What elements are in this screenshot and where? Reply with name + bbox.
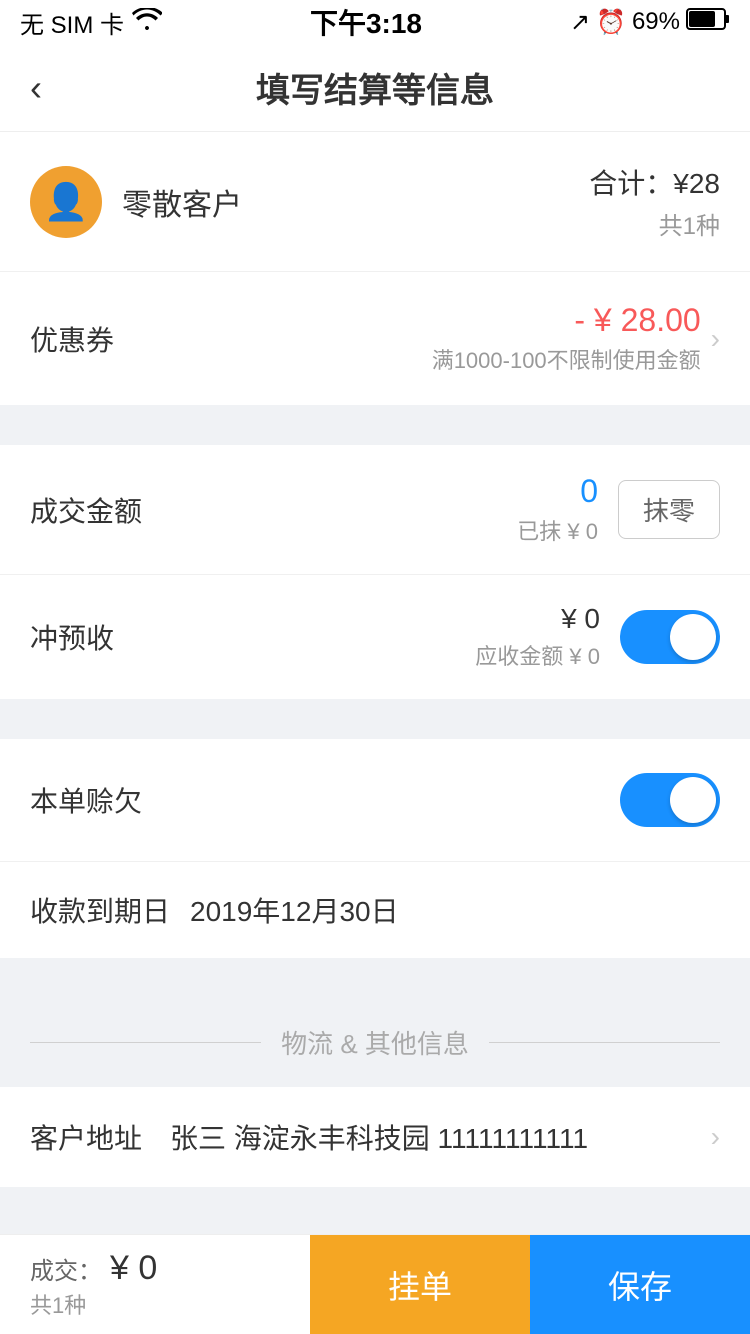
save-button[interactable]: 保存 <box>530 1235 750 1334</box>
nav-bar: ‹ 填写结算等信息 <box>0 44 750 132</box>
hang-order-button[interactable]: 挂单 <box>310 1235 530 1334</box>
deal-section: 成交金额 0 已抹 ¥ 0 抹零 冲预收 ¥ 0 应收金额 ¥ 0 <box>0 445 750 699</box>
pre-right: ¥ 0 应收金额 ¥ 0 <box>475 603 720 671</box>
logistics-line-left <box>30 1042 261 1043</box>
divider-1 <box>0 425 750 445</box>
divider-3 <box>0 978 750 998</box>
location-icon: ↗ <box>570 8 590 37</box>
coupon-row[interactable]: 优惠券 - ¥ 28.00 满1000-100不限制使用金额 › <box>0 271 750 405</box>
address-label: 客户地址 <box>30 1117 150 1157</box>
debt-label: 本单赊欠 <box>30 780 142 820</box>
battery-label: 69% <box>632 8 680 36</box>
pre-receipt-toggle[interactable] <box>620 610 720 664</box>
pre-amount-value: ¥ 0 <box>475 603 600 635</box>
alarm-icon: ⏰ <box>596 8 626 37</box>
status-left: 无 SIM 卡 <box>20 5 162 40</box>
customer-right: 合计：¥28 共1种 <box>589 162 720 241</box>
deal-sub-text: 已抹 ¥ 0 <box>517 514 598 546</box>
back-button[interactable]: ‹ <box>30 67 42 109</box>
logistics-header: 物流 & 其他信息 <box>0 998 750 1087</box>
wifi-icon <box>132 8 162 37</box>
address-row[interactable]: 客户地址 张三 海淀永丰科技园 11111111111 › <box>0 1087 750 1187</box>
customer-name: 零散客户 <box>122 180 242 224</box>
deal-amount-row: 成交金额 0 已抹 ¥ 0 抹零 <box>0 445 750 574</box>
customer-total: 合计：¥28 <box>589 162 720 202</box>
address-chevron-icon: › <box>711 1121 720 1153</box>
bottom-deal-label: 成交： <box>30 1251 102 1286</box>
address-section: 客户地址 张三 海淀永丰科技园 11111111111 › <box>0 1087 750 1187</box>
round-zero-button[interactable]: 抹零 <box>618 480 720 539</box>
pre-amount-block: ¥ 0 应收金额 ¥ 0 <box>475 603 600 671</box>
logistics-line-right <box>489 1042 720 1043</box>
pre-receipt-label: 冲预收 <box>30 617 114 657</box>
coupon-amount: - ¥ 28.00 <box>432 302 701 339</box>
pre-sub-text: 应收金额 ¥ 0 <box>475 639 600 671</box>
battery-icon <box>686 8 730 37</box>
bottom-info: 成交： ¥ 0 共1种 <box>0 1235 310 1334</box>
divider-2 <box>0 719 750 739</box>
address-value: 张三 海淀永丰科技园 11111111111 <box>170 1117 711 1157</box>
deal-amount-label: 成交金额 <box>30 490 142 530</box>
customer-left: 👤 零散客户 <box>30 166 242 238</box>
deal-right: 0 已抹 ¥ 0 抹零 <box>517 473 720 546</box>
hang-order-label: 挂单 <box>388 1262 452 1308</box>
debt-toggle-knob <box>670 777 716 823</box>
chevron-right-icon: › <box>711 323 720 355</box>
save-label: 保存 <box>608 1262 672 1308</box>
coupon-desc: 满1000-100不限制使用金额 <box>432 343 701 375</box>
due-date-row: 收款到期日 2019年12月30日 <box>0 861 750 958</box>
pre-receipt-row: 冲预收 ¥ 0 应收金额 ¥ 0 <box>0 574 750 699</box>
coupon-right: - ¥ 28.00 满1000-100不限制使用金额 › <box>432 302 720 375</box>
due-date-label: 收款到期日 <box>30 890 170 930</box>
carrier-label: 无 SIM 卡 <box>20 5 124 40</box>
debt-row: 本单赊欠 <box>0 739 750 861</box>
bottom-count: 共1种 <box>30 1288 280 1320</box>
page-title: 填写结算等信息 <box>256 63 494 112</box>
status-time: 下午3:18 <box>310 2 422 42</box>
customer-avatar: 👤 <box>30 166 102 238</box>
logistics-title: 物流 & 其他信息 <box>281 1024 469 1061</box>
bottom-bar: 成交： ¥ 0 共1种 挂单 保存 <box>0 1234 750 1334</box>
bottom-amount: ¥ 0 <box>110 1249 157 1288</box>
customer-count: 共1种 <box>589 206 720 241</box>
avatar-icon: 👤 <box>44 181 89 223</box>
due-date-value: 2019年12月30日 <box>190 890 399 930</box>
customer-row: 👤 零散客户 合计：¥28 共1种 <box>0 132 750 271</box>
status-bar: 无 SIM 卡 下午3:18 ↗ ⏰ 69% <box>0 0 750 44</box>
status-right: ↗ ⏰ 69% <box>570 8 730 37</box>
debt-section: 本单赊欠 收款到期日 2019年12月30日 <box>0 739 750 958</box>
coupon-info: - ¥ 28.00 满1000-100不限制使用金额 <box>432 302 701 375</box>
toggle-knob <box>670 614 716 660</box>
debt-toggle[interactable] <box>620 773 720 827</box>
deal-amount-block: 0 已抹 ¥ 0 <box>517 473 598 546</box>
customer-section: 👤 零散客户 合计：¥28 共1种 优惠券 - ¥ 28.00 满1000-10… <box>0 132 750 405</box>
deal-amount-value: 0 <box>517 473 598 510</box>
coupon-label: 优惠券 <box>30 319 114 359</box>
